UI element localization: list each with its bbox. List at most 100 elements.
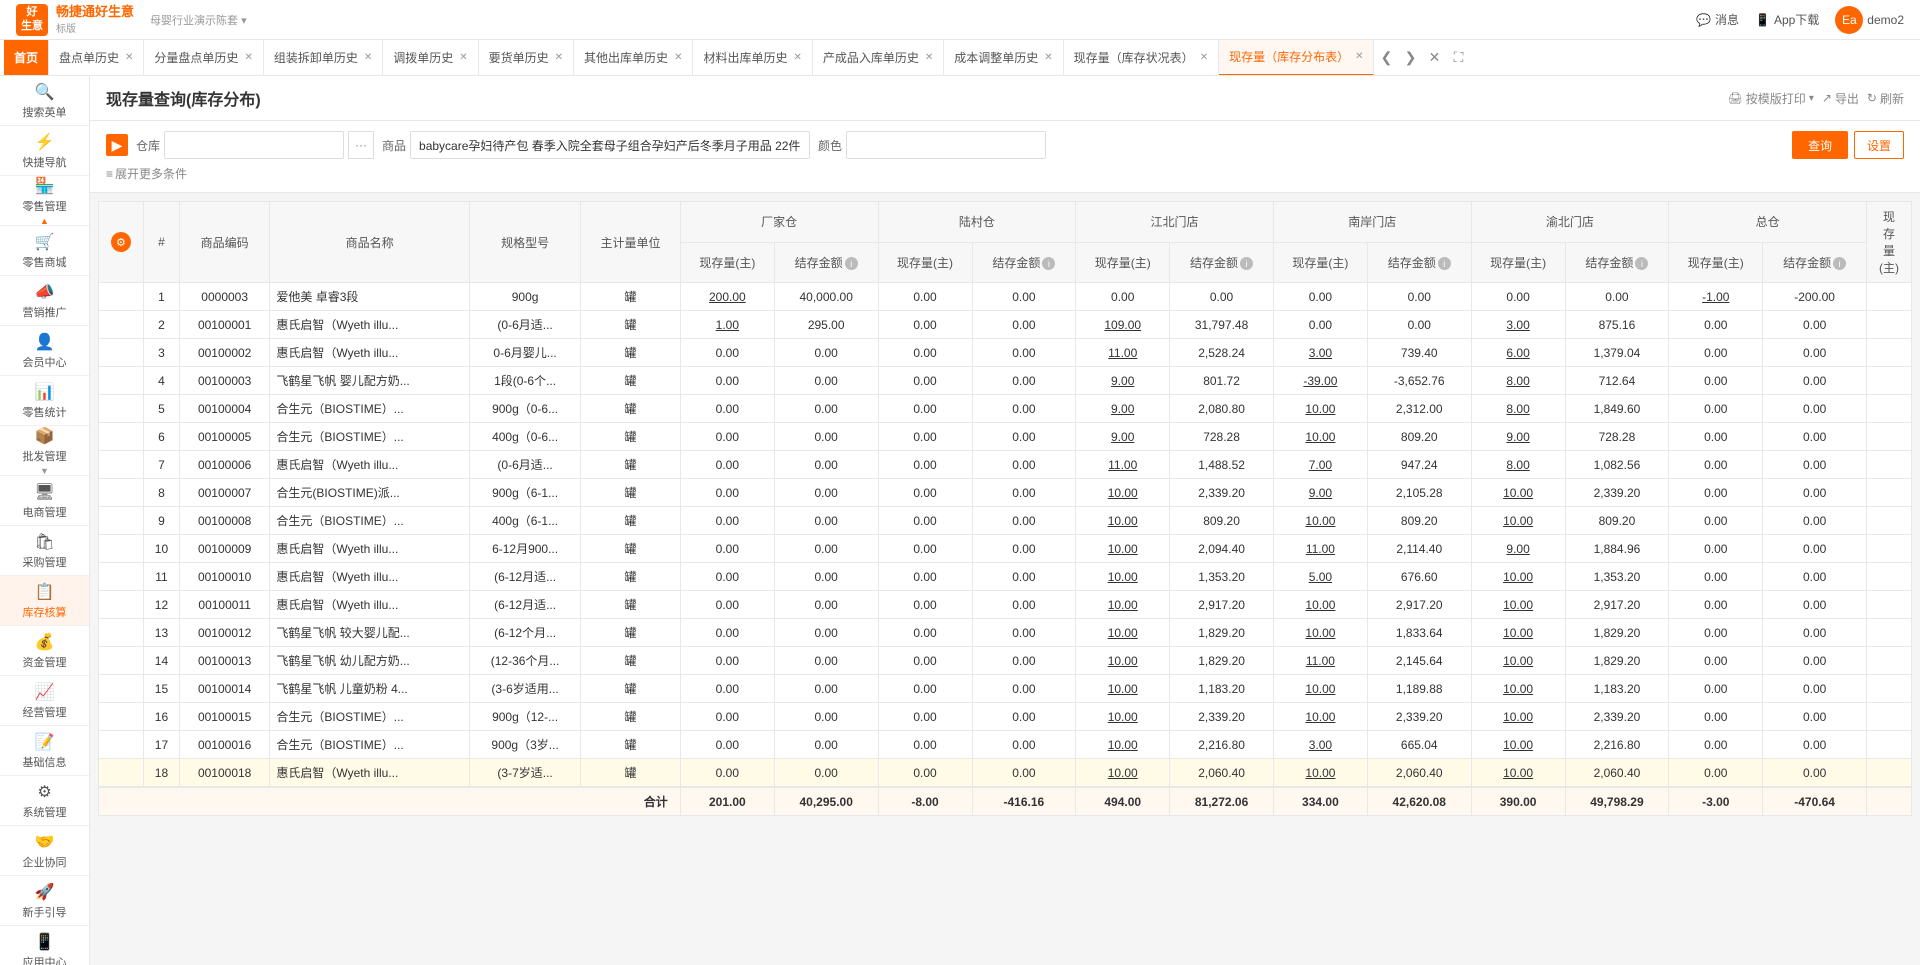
sidebar-item-purchase[interactable]: 🛍 采购管理: [0, 526, 89, 576]
tab-7[interactable]: 材料出库单历史 ✕: [693, 40, 812, 76]
product-input[interactable]: [410, 131, 810, 159]
stock-link[interactable]: 8.00: [1506, 458, 1529, 472]
stock-link[interactable]: 9.00: [1506, 542, 1529, 556]
stock-link[interactable]: 9.00: [1506, 430, 1529, 444]
stock-link[interactable]: 11.00: [1108, 346, 1137, 360]
stock-link[interactable]: 9.00: [1111, 402, 1134, 416]
tab-close-3[interactable]: ✕: [364, 52, 372, 63]
stock-link[interactable]: 10.00: [1503, 766, 1533, 780]
sidebar-item-basic-info[interactable]: 📝 基础信息: [0, 726, 89, 776]
tab-close-6[interactable]: ✕: [674, 52, 682, 63]
stock-link[interactable]: 10.00: [1108, 710, 1138, 724]
stock-link[interactable]: 10.00: [1108, 626, 1138, 640]
stock-link[interactable]: 10.00: [1108, 514, 1138, 528]
stock-link[interactable]: 3.00: [1309, 346, 1332, 360]
user-area[interactable]: Ea demo2: [1835, 6, 1904, 34]
tab-close-7[interactable]: ✕: [793, 52, 801, 63]
stock-link[interactable]: 10.00: [1503, 710, 1533, 724]
expand-search-btn[interactable]: ▶: [106, 134, 128, 156]
stock-link[interactable]: 9.00: [1111, 430, 1134, 444]
tab-5[interactable]: 要货单历史 ✕: [479, 40, 574, 76]
tab-close-9[interactable]: ✕: [1044, 52, 1052, 63]
tab-expand-btn[interactable]: ⛶: [1446, 40, 1470, 76]
tab-close-8[interactable]: ✕: [925, 52, 933, 63]
tab-close-all-btn[interactable]: ✕: [1422, 40, 1446, 76]
tab-6[interactable]: 其他出库单历史 ✕: [574, 40, 693, 76]
tab-close-1[interactable]: ✕: [125, 52, 133, 63]
stock-link[interactable]: 7.00: [1309, 458, 1332, 472]
stock-link[interactable]: 10.00: [1305, 402, 1335, 416]
stock-link[interactable]: 10.00: [1108, 598, 1138, 612]
tab-close-11[interactable]: ✕: [1355, 51, 1363, 62]
stock-link[interactable]: 10.00: [1503, 654, 1533, 668]
warehouse-input[interactable]: [164, 131, 344, 159]
stock-link[interactable]: 10.00: [1503, 626, 1533, 640]
stock-link[interactable]: 10.00: [1108, 542, 1138, 556]
sidebar-item-finance[interactable]: 💰 资金管理: [0, 626, 89, 676]
tab-close-2[interactable]: ✕: [244, 52, 252, 63]
tab-close-4[interactable]: ✕: [459, 52, 467, 63]
stock-link[interactable]: 10.00: [1503, 514, 1533, 528]
tab-home[interactable]: 首页: [4, 40, 49, 76]
sidebar-item-search[interactable]: 🔍 搜索英单: [0, 76, 89, 126]
stock-link[interactable]: 11.00: [1306, 654, 1335, 668]
stock-link[interactable]: 10.00: [1305, 430, 1335, 444]
print-btn[interactable]: 🖨 按模版打印 ▾: [1728, 90, 1814, 107]
stock-link[interactable]: -39.00: [1303, 374, 1337, 388]
stock-link[interactable]: 3.00: [1506, 318, 1529, 332]
query-btn[interactable]: 查询: [1792, 131, 1848, 159]
stock-link[interactable]: 10.00: [1503, 598, 1533, 612]
sidebar-item-quick-nav[interactable]: ⚡ 快捷导航: [0, 126, 89, 176]
tab-3[interactable]: 组装拆卸单历史 ✕: [264, 40, 383, 76]
tab-close-5[interactable]: ✕: [555, 52, 563, 63]
table-settings-icon[interactable]: ⚙: [111, 232, 131, 252]
sidebar-item-retail-stats[interactable]: 📊 零售统计: [0, 376, 89, 426]
stock-link[interactable]: 8.00: [1506, 374, 1529, 388]
sidebar-item-ecommerce[interactable]: 🖥 电商管理: [0, 476, 89, 526]
stock-link[interactable]: -1.00: [1702, 290, 1729, 304]
warehouse-dots-btn[interactable]: ···: [348, 131, 374, 159]
stock-link[interactable]: 10.00: [1108, 570, 1138, 584]
tab-8[interactable]: 产成品入库单历史 ✕: [813, 40, 944, 76]
stock-link[interactable]: 10.00: [1305, 598, 1335, 612]
stock-link[interactable]: 6.00: [1506, 346, 1529, 360]
stock-link[interactable]: 10.00: [1108, 654, 1138, 668]
sidebar-item-marketing[interactable]: 📣 营销推广: [0, 276, 89, 326]
export-btn[interactable]: ↗ 导出: [1822, 90, 1859, 107]
stock-link[interactable]: 11.00: [1306, 542, 1335, 556]
message-btn[interactable]: 💬 消息: [1696, 11, 1739, 28]
stock-link[interactable]: 109.00: [1104, 318, 1141, 332]
sidebar-item-guide[interactable]: 🚀 新手引导: [0, 876, 89, 926]
stock-link[interactable]: 11.00: [1108, 458, 1137, 472]
stock-link[interactable]: 10.00: [1108, 766, 1138, 780]
stock-link[interactable]: 5.00: [1309, 570, 1332, 584]
stock-link[interactable]: 10.00: [1305, 710, 1335, 724]
sidebar-item-member[interactable]: 👤 会员中心: [0, 326, 89, 376]
stock-link[interactable]: 9.00: [1111, 374, 1134, 388]
stock-link[interactable]: 10.00: [1108, 738, 1138, 752]
stock-link[interactable]: 10.00: [1108, 682, 1138, 696]
stock-link[interactable]: 8.00: [1506, 402, 1529, 416]
refresh-btn[interactable]: ↻ 刷新: [1867, 90, 1904, 107]
tab-next-btn[interactable]: ❯: [1398, 40, 1422, 76]
tab-close-10[interactable]: ✕: [1200, 52, 1208, 63]
stock-link[interactable]: 10.00: [1503, 486, 1533, 500]
stock-link[interactable]: 3.00: [1309, 738, 1332, 752]
tab-prev-btn[interactable]: ❮: [1374, 40, 1398, 76]
tab-11[interactable]: 现存量（库存分布表） ✕: [1219, 40, 1374, 76]
tab-10[interactable]: 现存量（库存状况表） ✕: [1064, 40, 1219, 76]
stock-link[interactable]: 10.00: [1503, 682, 1533, 696]
color-input[interactable]: [846, 131, 1046, 159]
sidebar-item-wholesale[interactable]: 📦 批发管理 ▼: [0, 426, 89, 476]
stock-link[interactable]: 10.00: [1503, 570, 1533, 584]
industry-select[interactable]: 母婴行业演示陈套 ▾: [150, 12, 247, 28]
stock-link[interactable]: 10.00: [1305, 626, 1335, 640]
sidebar-item-collab[interactable]: 🤝 企业协同: [0, 826, 89, 876]
stock-link[interactable]: 10.00: [1305, 514, 1335, 528]
download-btn[interactable]: 📱 App下载: [1755, 11, 1819, 28]
stock-link[interactable]: 200.00: [709, 290, 746, 304]
setting-btn[interactable]: 设置: [1854, 131, 1904, 159]
stock-link[interactable]: 1.00: [716, 318, 739, 332]
stock-link[interactable]: 10.00: [1108, 486, 1138, 500]
sidebar-item-inventory[interactable]: 📋 库存核算: [0, 576, 89, 626]
